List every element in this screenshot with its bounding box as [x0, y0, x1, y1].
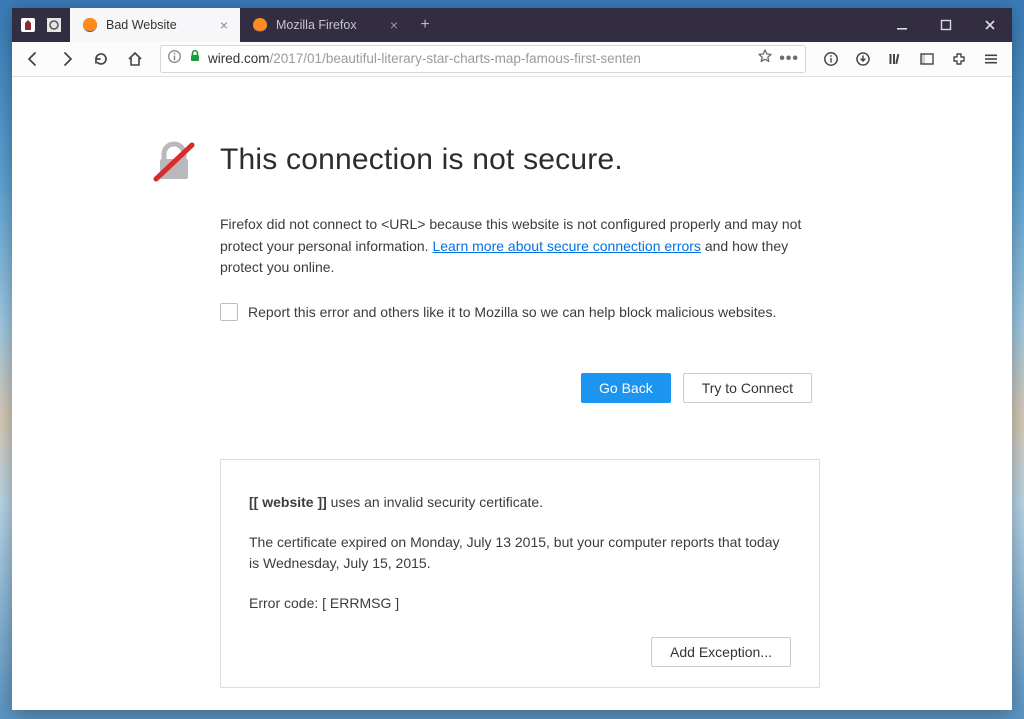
tab-mozilla-firefox[interactable]: Mozilla Firefox × [240, 8, 410, 42]
hamburger-menu-icon[interactable] [976, 45, 1006, 73]
back-button[interactable] [18, 45, 48, 73]
report-error-checkbox[interactable] [220, 303, 238, 321]
bookmark-star-icon[interactable] [757, 48, 773, 69]
home-button[interactable] [120, 45, 150, 73]
firefox-favicon-icon [82, 17, 98, 33]
reload-button[interactable] [86, 45, 116, 73]
firefox-favicon-icon [252, 17, 268, 33]
cert-line-1: [[ website ]] uses an invalid security c… [249, 492, 791, 514]
cert-site-placeholder: [[ website ]] [249, 494, 327, 510]
new-tab-button[interactable]: + [410, 8, 440, 42]
downloads-icon[interactable] [848, 45, 878, 73]
page-content: This connection is not secure. Firefox d… [12, 77, 1012, 710]
url-host: wired.com [208, 51, 270, 66]
window-minimize-button[interactable] [880, 8, 924, 42]
app-icon-1[interactable] [18, 15, 38, 35]
learn-more-link[interactable]: Learn more about secure connection error… [432, 238, 700, 254]
toolbar-right [816, 45, 1006, 73]
action-buttons: Go Back Try to Connect [220, 373, 812, 403]
app-icon-2[interactable] [44, 15, 64, 35]
titlebar: Bad Website × Mozilla Firefox × + [12, 8, 1012, 42]
add-exception-button[interactable]: Add Exception... [651, 637, 791, 667]
window-controls [880, 8, 1012, 42]
report-error-label: Report this error and others like it to … [248, 304, 776, 320]
page-title: This connection is not secure. [220, 143, 623, 177]
tab-close-icon[interactable]: × [390, 17, 398, 33]
try-to-connect-button[interactable]: Try to Connect [683, 373, 812, 403]
info-panel-icon[interactable] [816, 45, 846, 73]
tab-label: Bad Website [106, 18, 177, 32]
certificate-details: [[ website ]] uses an invalid security c… [220, 459, 820, 688]
cert-error-code: Error code: [ ERRMSG ] [249, 593, 791, 615]
report-error-row: Report this error and others like it to … [220, 303, 812, 321]
firefox-window: Bad Website × Mozilla Firefox × + [12, 8, 1012, 710]
error-page: This connection is not secure. Firefox d… [152, 139, 812, 688]
go-back-button[interactable]: Go Back [581, 373, 671, 403]
url-path: /2017/01/beautiful-literary-star-charts-… [270, 51, 641, 66]
tab-bad-website[interactable]: Bad Website × [70, 8, 240, 42]
site-info-icon[interactable] [167, 49, 182, 69]
cert-line-2: The certificate expired on Monday, July … [249, 532, 791, 575]
insecure-lock-icon [152, 139, 198, 190]
tab-strip: Bad Website × Mozilla Firefox × + [70, 8, 440, 42]
window-close-button[interactable] [968, 8, 1012, 42]
titlebar-left-icons [12, 8, 70, 42]
page-actions-icon[interactable]: ••• [779, 50, 799, 68]
cert-line-1-tail: uses an invalid security certificate. [327, 494, 543, 510]
tab-close-icon[interactable]: × [220, 17, 228, 33]
lock-icon[interactable] [188, 49, 202, 68]
url-text[interactable]: wired.com/2017/01/beautiful-literary-sta… [208, 51, 751, 66]
library-icon[interactable] [880, 45, 910, 73]
forward-button[interactable] [52, 45, 82, 73]
navigation-toolbar: wired.com/2017/01/beautiful-literary-sta… [12, 42, 1012, 78]
extensions-icon[interactable] [944, 45, 974, 73]
error-description: Firefox did not connect to <URL> because… [220, 214, 812, 279]
url-bar[interactable]: wired.com/2017/01/beautiful-literary-sta… [160, 45, 806, 73]
sidebar-icon[interactable] [912, 45, 942, 73]
window-maximize-button[interactable] [924, 8, 968, 42]
tab-label: Mozilla Firefox [276, 18, 357, 32]
